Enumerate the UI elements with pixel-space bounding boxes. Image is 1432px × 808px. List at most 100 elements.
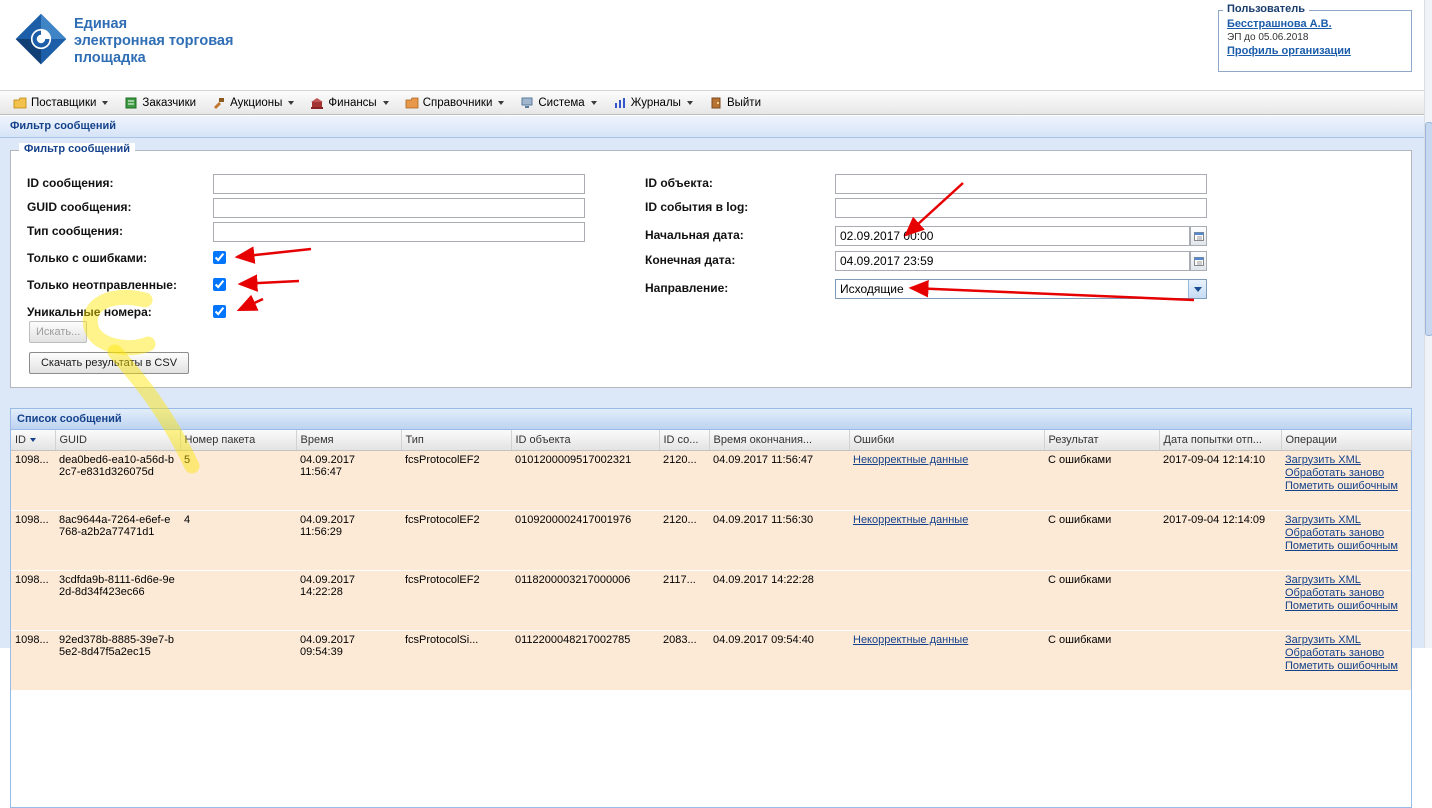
brand-line-1: Единая	[74, 16, 128, 32]
op-reprocess-link[interactable]: Обработать заново	[1285, 467, 1407, 480]
table-row: 1098... 3cdfda9b-8111-6d6e-9e2d-8d34f423…	[11, 570, 1411, 631]
menu-directories[interactable]: Справочники	[400, 94, 510, 112]
menu-suppliers[interactable]: Поставщики	[8, 94, 113, 112]
brand-line-2: электронная торговая	[74, 33, 234, 49]
results-panel: Список сообщений ID GUID Номер пакета Вр…	[10, 408, 1412, 808]
op-reprocess-link[interactable]: Обработать заново	[1285, 587, 1407, 600]
column-header-guid[interactable]: GUID	[55, 430, 181, 451]
direction-label: Направление:	[645, 281, 729, 295]
page-title-bar: Фильтр сообщений	[0, 116, 1424, 138]
directories-icon	[405, 96, 419, 110]
op-load-xml-link[interactable]: Загрузить XML	[1285, 514, 1407, 527]
download-csv-button[interactable]: Скачать результаты в CSV	[29, 352, 189, 374]
org-profile-link[interactable]: Профиль организации	[1227, 44, 1403, 58]
unique-numbers-label: Уникальные номера:	[27, 305, 152, 319]
menu-auctions[interactable]: Аукционы	[207, 94, 299, 112]
direction-selected-value: Исходящие	[840, 282, 904, 296]
start-date-input[interactable]	[835, 226, 1190, 246]
column-header-type[interactable]: Тип	[401, 430, 512, 451]
brand-line-3: площадка	[74, 50, 146, 66]
message-id-label: ID сообщения:	[27, 176, 114, 190]
message-type-input[interactable]	[213, 222, 585, 242]
scrollbar-thumb[interactable]	[1425, 122, 1432, 336]
error-details-link[interactable]: Некорректные данные	[853, 454, 968, 466]
object-id-label: ID объекта:	[645, 176, 713, 190]
search-button[interactable]: Искать...	[29, 321, 87, 343]
table-header-row: ID GUID Номер пакета Время Тип ID объект…	[11, 430, 1412, 451]
user-name-link[interactable]: Бесстрашнова А.В.	[1227, 17, 1403, 31]
message-id-input[interactable]	[213, 174, 585, 194]
chevron-down-icon	[498, 100, 505, 105]
only-unsent-checkbox[interactable]	[213, 278, 226, 291]
calendar-icon	[1193, 229, 1204, 244]
error-details-link[interactable]: Некорректные данные	[853, 634, 968, 646]
results-panel-title: Список сообщений	[11, 409, 1411, 430]
column-header-object-id[interactable]: ID объекта	[511, 430, 660, 451]
only-unsent-label: Только неотправленные:	[27, 278, 177, 292]
end-date-calendar-button[interactable]	[1190, 251, 1207, 271]
menu-exit[interactable]: Выйти	[704, 94, 766, 112]
end-date-input[interactable]	[835, 251, 1190, 271]
menu-system[interactable]: Система	[515, 94, 601, 112]
table-row: 1098... 8ac9644a-7264-e6ef-e768-a2b2a774…	[11, 510, 1411, 571]
suppliers-icon	[13, 96, 27, 110]
op-mark-error-link[interactable]: Пометить ошибочным	[1285, 480, 1407, 493]
column-header-result[interactable]: Результат	[1044, 430, 1160, 451]
op-mark-error-link[interactable]: Пометить ошибочным	[1285, 600, 1407, 613]
chevron-down-icon	[102, 100, 109, 105]
end-date-field	[835, 251, 1207, 271]
table-row: 1098... dea0bed6-ea10-a56d-b2c7-e831d326…	[11, 450, 1411, 511]
message-guid-label: GUID сообщения:	[27, 200, 132, 214]
cert-expiry-text: ЭП до 05.06.2018	[1227, 32, 1309, 43]
column-header-operations[interactable]: Операции	[1281, 430, 1412, 451]
message-type-label: Тип сообщения:	[27, 224, 123, 238]
unique-numbers-checkbox[interactable]	[213, 305, 226, 318]
start-date-calendar-button[interactable]	[1190, 226, 1207, 246]
column-header-id[interactable]: ID	[11, 430, 56, 451]
dropdown-button[interactable]	[1188, 280, 1206, 298]
column-header-errors[interactable]: Ошибки	[849, 430, 1045, 451]
error-details-link[interactable]: Некорректные данные	[853, 514, 968, 526]
chevron-down-icon	[1193, 286, 1202, 292]
journals-icon	[613, 96, 627, 110]
op-load-xml-link[interactable]: Загрузить XML	[1285, 574, 1407, 587]
finances-icon	[310, 96, 324, 110]
chevron-down-icon	[288, 100, 295, 105]
only-errors-checkbox[interactable]	[213, 251, 226, 264]
op-load-xml-link[interactable]: Загрузить XML	[1285, 634, 1407, 647]
log-event-id-label: ID события в log:	[645, 200, 749, 214]
op-load-xml-link[interactable]: Загрузить XML	[1285, 454, 1407, 467]
calendar-icon	[1193, 254, 1204, 269]
table-row: 1098... 92ed378b-8885-39e7-b5e2-8d47f5a2…	[11, 630, 1411, 691]
op-mark-error-link[interactable]: Пометить ошибочным	[1285, 540, 1407, 553]
op-reprocess-link[interactable]: Обработать заново	[1285, 527, 1407, 540]
customers-icon	[124, 96, 138, 110]
menu-finances[interactable]: Финансы	[305, 94, 393, 112]
column-header-packet[interactable]: Номер пакета	[180, 430, 297, 451]
log-event-id-input[interactable]	[835, 198, 1207, 218]
column-header-event-id[interactable]: ID со...	[659, 430, 710, 451]
chevron-down-icon	[382, 100, 389, 105]
direction-select[interactable]: Исходящие	[835, 279, 1207, 299]
auctions-icon	[212, 96, 226, 110]
system-icon	[520, 96, 534, 110]
op-mark-error-link[interactable]: Пометить ошибочным	[1285, 660, 1407, 673]
column-header-time[interactable]: Время	[296, 430, 402, 451]
page-header: Единая электронная торговая площадка Пол…	[0, 0, 1424, 90]
menu-customers[interactable]: Заказчики	[119, 94, 201, 112]
column-header-attempt-date[interactable]: Дата попытки отп...	[1159, 430, 1282, 451]
main-menubar: Поставщики Заказчики Аукционы Финансы Сп…	[0, 90, 1432, 115]
etp-logo-icon	[14, 12, 68, 66]
filter-fieldset: Фильтр сообщений ID сообщения: GUID сооб…	[10, 143, 1412, 388]
object-id-input[interactable]	[835, 174, 1207, 194]
only-errors-label: Только с ошибками:	[27, 251, 148, 265]
sort-desc-icon	[30, 437, 36, 442]
message-guid-input[interactable]	[213, 198, 585, 218]
user-panel: Пользователь Бесстрашнова А.В. ЭП до 05.…	[1218, 3, 1412, 72]
start-date-label: Начальная дата:	[645, 228, 744, 242]
menu-journals[interactable]: Журналы	[608, 94, 698, 112]
op-reprocess-link[interactable]: Обработать заново	[1285, 647, 1407, 660]
vertical-scrollbar[interactable]	[1424, 0, 1432, 648]
user-panel-legend: Пользователь	[1223, 3, 1310, 15]
column-header-end-time[interactable]: Время окончания...	[709, 430, 850, 451]
